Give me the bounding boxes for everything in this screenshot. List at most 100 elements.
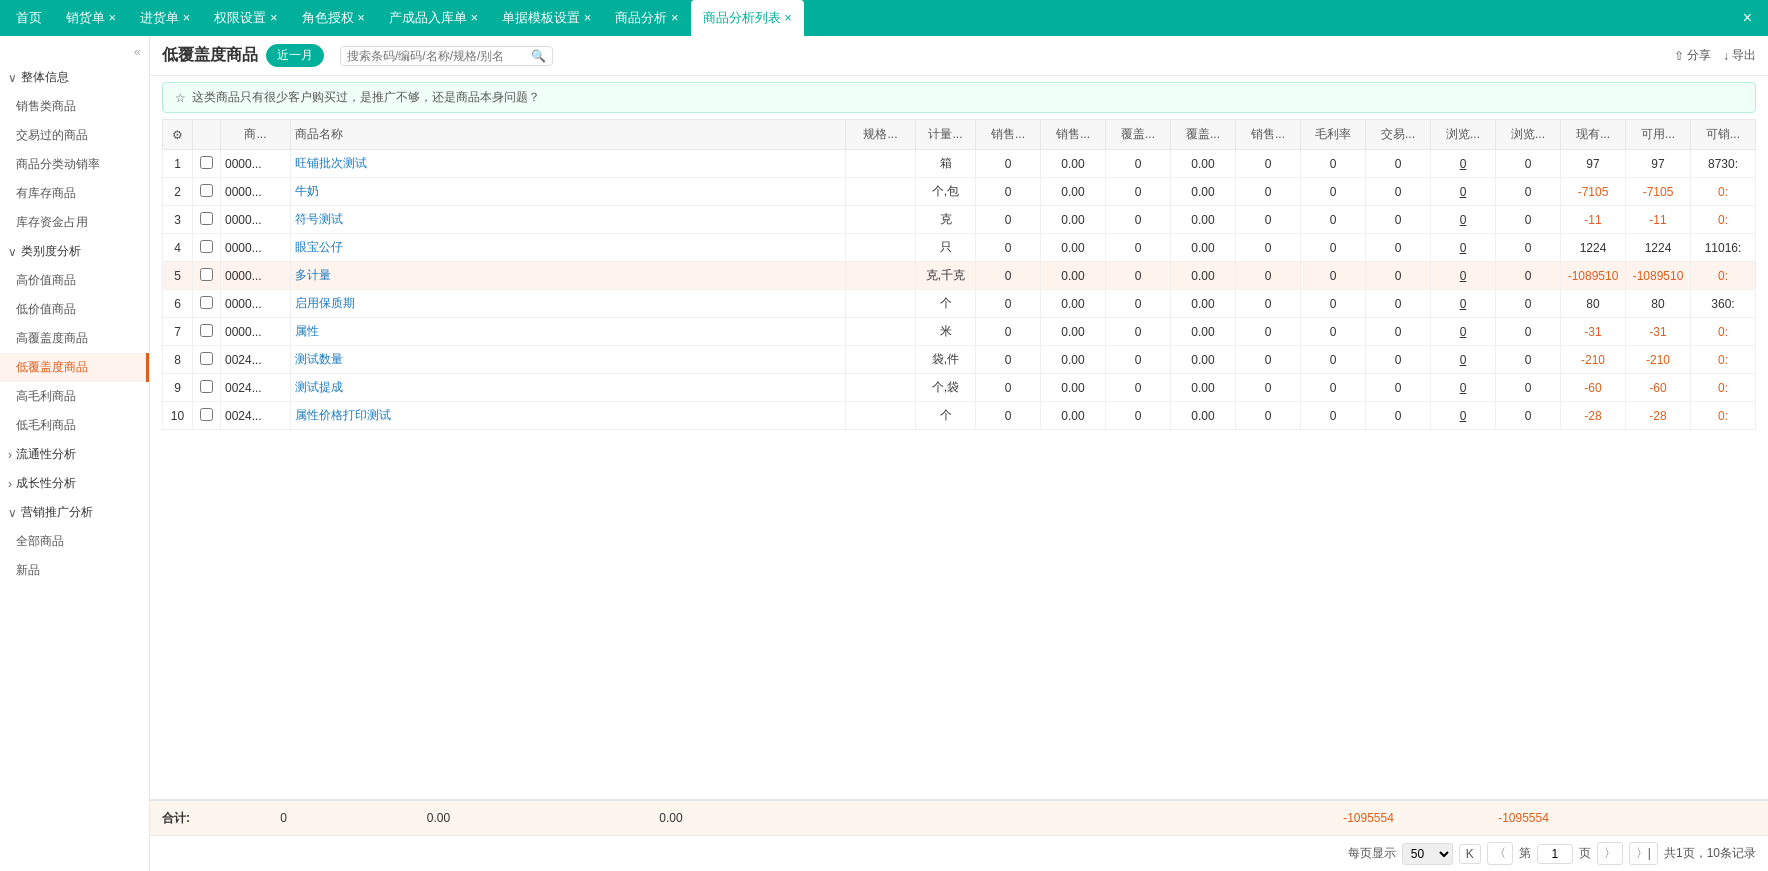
nav-permissions[interactable]: 权限设置 × bbox=[202, 0, 289, 36]
share-button[interactable]: ⇧ 分享 bbox=[1674, 47, 1711, 64]
nav-product-analysis[interactable]: 商品分析 × bbox=[603, 0, 690, 36]
sidebar-section-category[interactable]: ∨ 类别度分析 bbox=[0, 237, 149, 266]
row-check-input[interactable] bbox=[200, 324, 213, 337]
row-check-input[interactable] bbox=[200, 408, 213, 421]
row-checkbox[interactable] bbox=[193, 234, 221, 262]
first-page-btn[interactable]: K bbox=[1459, 844, 1481, 864]
row-name[interactable]: 测试数量 bbox=[291, 346, 846, 374]
row-view1[interactable]: 0 bbox=[1431, 234, 1496, 262]
row-name[interactable]: 启用保质期 bbox=[291, 290, 846, 318]
row-name[interactable]: 属性 bbox=[291, 318, 846, 346]
cover1-column-header: 覆盖... bbox=[1106, 120, 1171, 150]
search-input[interactable] bbox=[347, 49, 527, 63]
row-name[interactable]: 属性价格打印测试 bbox=[291, 402, 846, 430]
row-name[interactable]: 测试提成 bbox=[291, 374, 846, 402]
row-checkbox[interactable] bbox=[193, 206, 221, 234]
sidebar-section-liquidity[interactable]: › 流通性分析 bbox=[0, 440, 149, 469]
sidebar-section-growth[interactable]: › 成长性分析 bbox=[0, 469, 149, 498]
page-size-select[interactable]: 50 20 100 bbox=[1402, 843, 1453, 865]
nav-template-settings[interactable]: 单据模板设置 × bbox=[490, 0, 603, 36]
current-column-header: 现有... bbox=[1561, 120, 1626, 150]
row-name[interactable]: 符号测试 bbox=[291, 206, 846, 234]
row-check-input[interactable] bbox=[200, 240, 213, 253]
row-check-input[interactable] bbox=[200, 184, 213, 197]
row-check-input[interactable] bbox=[200, 380, 213, 393]
row-view1[interactable]: 0 bbox=[1431, 374, 1496, 402]
sidebar-item-low-profit[interactable]: 低毛利商品 bbox=[0, 411, 149, 440]
row-cover2: 0.00 bbox=[1171, 402, 1236, 430]
next-page-btn[interactable]: 〉 bbox=[1597, 842, 1623, 865]
row-view1[interactable]: 0 bbox=[1431, 262, 1496, 290]
row-checkbox[interactable] bbox=[193, 290, 221, 318]
sidebar-item-traded-goods[interactable]: 交易过的商品 bbox=[0, 121, 149, 150]
last-page-btn[interactable]: 〉| bbox=[1629, 842, 1658, 865]
footer-total-row: 合计: 0 0.00 0.00 -1095554 -1095554 bbox=[150, 799, 1768, 835]
row-checkbox[interactable] bbox=[193, 346, 221, 374]
row-view1[interactable]: 0 bbox=[1431, 178, 1496, 206]
nav-purchase-order[interactable]: 进货单 × bbox=[128, 0, 202, 36]
row-checkbox[interactable] bbox=[193, 150, 221, 178]
row-view1[interactable]: 0 bbox=[1431, 318, 1496, 346]
row-name[interactable]: 多计量 bbox=[291, 262, 846, 290]
settings-column-header[interactable]: ⚙ bbox=[163, 120, 193, 150]
row-view1[interactable]: 0 bbox=[1431, 290, 1496, 318]
nav-product-inbound[interactable]: 产成品入库单 × bbox=[377, 0, 490, 36]
row-checkbox[interactable] bbox=[193, 178, 221, 206]
sidebar-item-category-turnover[interactable]: 商品分类动销率 bbox=[0, 150, 149, 179]
row-view1[interactable]: 0 bbox=[1431, 402, 1496, 430]
nav-home[interactable]: 首页 bbox=[4, 0, 54, 36]
row-sales-qty: 0 bbox=[976, 318, 1041, 346]
close-button[interactable]: × bbox=[1731, 9, 1764, 27]
sidebar-item-low-coverage[interactable]: 低覆盖度商品 bbox=[0, 353, 149, 382]
page-number-input[interactable] bbox=[1537, 844, 1573, 864]
row-view1[interactable]: 0 bbox=[1431, 150, 1496, 178]
row-name[interactable]: 牛奶 bbox=[291, 178, 846, 206]
row-check-input[interactable] bbox=[200, 268, 213, 281]
row-available: 80 bbox=[1626, 290, 1691, 318]
row-code: 0000... bbox=[221, 234, 291, 262]
sales3-column-header: 销售... bbox=[1236, 120, 1301, 150]
sidebar-item-stock-capital[interactable]: 库存资金占用 bbox=[0, 208, 149, 237]
sidebar-item-in-stock[interactable]: 有库存商品 bbox=[0, 179, 149, 208]
sidebar-section-marketing[interactable]: ∨ 营销推广分析 bbox=[0, 498, 149, 527]
table-row: 6 0000... 启用保质期 个 0 0.00 0 0.00 0 0 0 0 … bbox=[163, 290, 1756, 318]
filter-recent-month-btn[interactable]: 近一月 bbox=[266, 44, 324, 67]
sidebar-item-high-coverage[interactable]: 高覆盖度商品 bbox=[0, 324, 149, 353]
row-check-input[interactable] bbox=[200, 212, 213, 225]
name-column-header: 商品名称 bbox=[291, 120, 846, 150]
row-checkbox[interactable] bbox=[193, 402, 221, 430]
table-row: 1 0000... 旺铺批次测试 箱 0 0.00 0 0.00 0 0 0 0… bbox=[163, 150, 1756, 178]
prev-page-btn[interactable]: 〈 bbox=[1487, 842, 1513, 865]
sidebar-section-overall[interactable]: ∨ 整体信息 bbox=[0, 63, 149, 92]
row-name[interactable]: 旺铺批次测试 bbox=[291, 150, 846, 178]
sidebar-item-high-value[interactable]: 高价值商品 bbox=[0, 266, 149, 295]
row-checkbox[interactable] bbox=[193, 262, 221, 290]
row-sales-amt: 0.00 bbox=[1041, 374, 1106, 402]
sidebar-item-low-value[interactable]: 低价值商品 bbox=[0, 295, 149, 324]
row-check-input[interactable] bbox=[200, 296, 213, 309]
search-box: 🔍 bbox=[340, 46, 553, 66]
row-sales-amt: 0.00 bbox=[1041, 178, 1106, 206]
row-saleable: 0: bbox=[1691, 318, 1756, 346]
sidebar-item-high-profit[interactable]: 高毛利商品 bbox=[0, 382, 149, 411]
sidebar-item-all-goods[interactable]: 全部商品 bbox=[0, 527, 149, 556]
sidebar-item-sales-goods[interactable]: 销售类商品 bbox=[0, 92, 149, 121]
row-checkbox[interactable] bbox=[193, 374, 221, 402]
row-view1[interactable]: 0 bbox=[1431, 206, 1496, 234]
sidebar-toggle[interactable]: « bbox=[0, 40, 149, 63]
export-button[interactable]: ↓ 导出 bbox=[1723, 47, 1756, 64]
nav-product-analysis-list[interactable]: 商品分析列表 × bbox=[691, 0, 804, 36]
row-sales-qty: 0 bbox=[976, 234, 1041, 262]
sidebar-item-new-goods[interactable]: 新品 bbox=[0, 556, 149, 585]
row-checkbox[interactable] bbox=[193, 318, 221, 346]
spec-column-header: 规格... bbox=[846, 120, 916, 150]
row-name[interactable]: 眼宝公仔 bbox=[291, 234, 846, 262]
row-check-input[interactable] bbox=[200, 156, 213, 169]
search-icon[interactable]: 🔍 bbox=[531, 49, 546, 63]
row-view1[interactable]: 0 bbox=[1431, 346, 1496, 374]
row-num: 4 bbox=[163, 234, 193, 262]
nav-role-auth[interactable]: 角色授权 × bbox=[290, 0, 377, 36]
row-cover1: 0 bbox=[1106, 346, 1171, 374]
nav-sales-order[interactable]: 销货单 × bbox=[54, 0, 128, 36]
row-check-input[interactable] bbox=[200, 352, 213, 365]
